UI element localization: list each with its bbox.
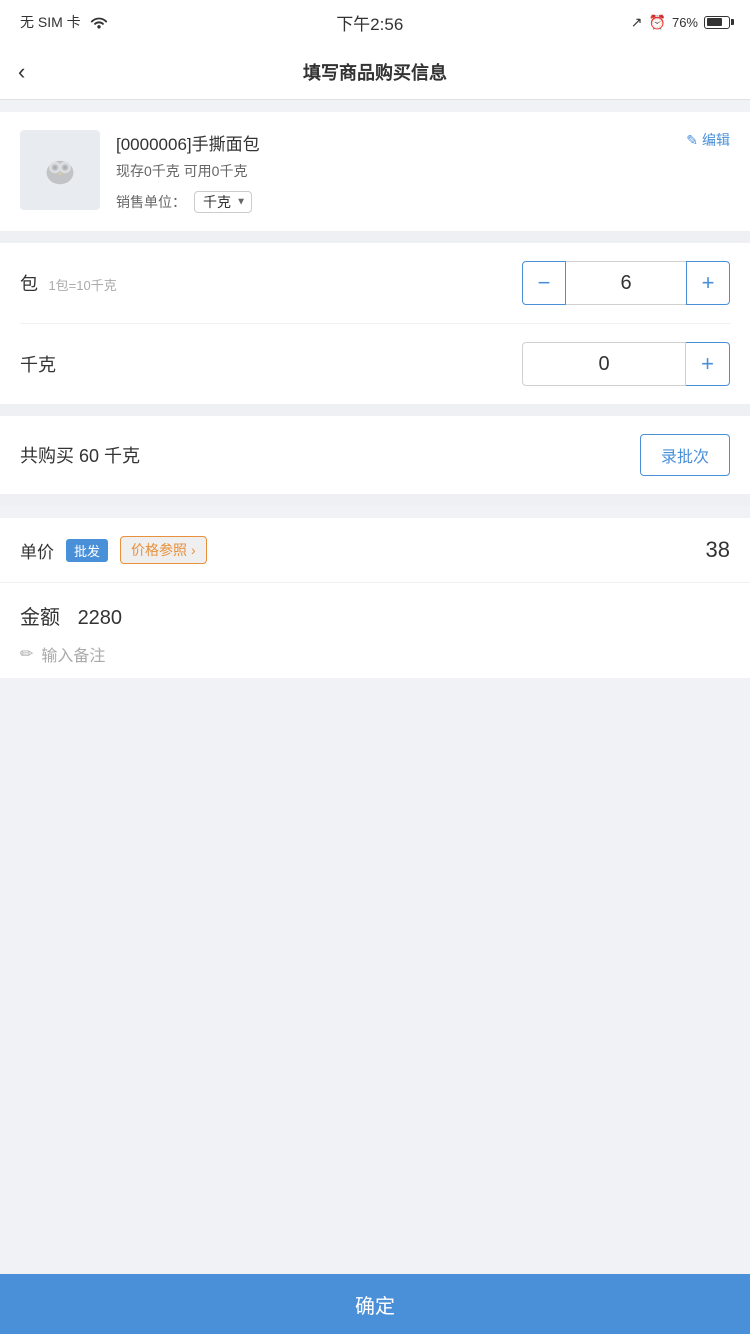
bag-qty-input[interactable]: [566, 261, 686, 305]
price-reference-button[interactable]: 价格参照 ›: [120, 536, 207, 564]
price-section: 单价 批发 价格参照 › 38: [0, 518, 750, 583]
product-unit-row: 销售单位： 千克: [116, 191, 670, 213]
kg-qty-controls: +: [522, 342, 730, 386]
edit-label: 编辑: [702, 130, 730, 150]
quantity-section: 包 1包=10千克 − + 千克 +: [0, 243, 750, 404]
status-time: 下午2:56: [336, 10, 403, 35]
amount-row: 金额 2280: [20, 601, 730, 630]
note-row[interactable]: ✏ 输入备注: [20, 642, 730, 666]
record-batch-button[interactable]: 录批次: [640, 434, 730, 476]
battery-icon: [704, 16, 730, 29]
wifi-icon: [89, 13, 109, 32]
confirm-button[interactable]: 确定: [0, 1274, 750, 1334]
status-bar: 无 SIM 卡 下午2:56 ↗ ⏰ 76%: [0, 0, 750, 44]
pencil-icon: ✏: [20, 644, 33, 664]
alarm-icon: ⏰: [649, 14, 666, 31]
bag-qty-controls: − +: [522, 261, 730, 305]
price-ref-chevron: ›: [191, 542, 196, 558]
bag-hint: 1包=10千克: [48, 278, 116, 293]
kg-qty-input[interactable]: [522, 342, 686, 386]
bag-quantity-row: 包 1包=10千克 − +: [20, 243, 730, 324]
edit-button[interactable]: ✎ 编辑: [686, 130, 730, 150]
unit-select-wrapper[interactable]: 千克: [194, 191, 252, 213]
amount-label: 金额: [20, 607, 60, 629]
page-title: 填写商品购买信息: [303, 59, 447, 85]
battery-percent: 76%: [672, 15, 698, 30]
note-placeholder: 输入备注: [41, 642, 105, 666]
kg-quantity-row: 千克 +: [20, 324, 730, 404]
product-image: [20, 130, 100, 210]
product-info: [0000006]手撕面包 现存0千克 可用0千克 销售单位： 千克: [116, 130, 670, 213]
summary-text: 共购买 60 千克: [20, 442, 140, 468]
divider-2: [0, 404, 750, 416]
nav-bar: ‹ 填写商品购买信息: [0, 44, 750, 100]
product-stock: 现存0千克 可用0千克: [116, 161, 670, 181]
bag-increment-button[interactable]: +: [686, 261, 730, 305]
back-button[interactable]: ‹: [18, 59, 25, 85]
bag-decrement-button[interactable]: −: [522, 261, 566, 305]
kg-label: 千克: [20, 355, 56, 375]
amount-section: 金额 2280 ✏ 输入备注: [0, 583, 750, 678]
kg-increment-button[interactable]: +: [686, 342, 730, 386]
amount-value: 2280: [78, 607, 123, 629]
edit-icon: ✎: [686, 132, 698, 149]
bag-label: 包: [20, 274, 38, 294]
price-type-tag: 批发: [66, 539, 108, 562]
product-name: [0000006]手撕面包: [116, 130, 670, 155]
divider-3: [0, 494, 750, 506]
unit-text-label: 销售单位：: [116, 192, 186, 212]
unit-select[interactable]: 千克: [194, 191, 252, 213]
carrier-label: 无 SIM 卡: [20, 12, 81, 32]
divider-1: [0, 231, 750, 243]
price-value: 38: [706, 537, 730, 563]
kg-label-group: 千克: [20, 351, 56, 377]
product-card: [0000006]手撕面包 现存0千克 可用0千克 销售单位： 千克 ✎ 编辑: [0, 112, 750, 231]
summary-section: 共购买 60 千克 录批次: [0, 416, 750, 494]
location-icon: ↗: [631, 14, 643, 31]
bag-label-group: 包 1包=10千克: [20, 270, 117, 296]
price-label: 单价: [20, 538, 54, 563]
status-left: 无 SIM 卡: [20, 12, 109, 32]
status-right: ↗ ⏰ 76%: [631, 14, 730, 31]
price-ref-label: 价格参照: [131, 540, 187, 560]
